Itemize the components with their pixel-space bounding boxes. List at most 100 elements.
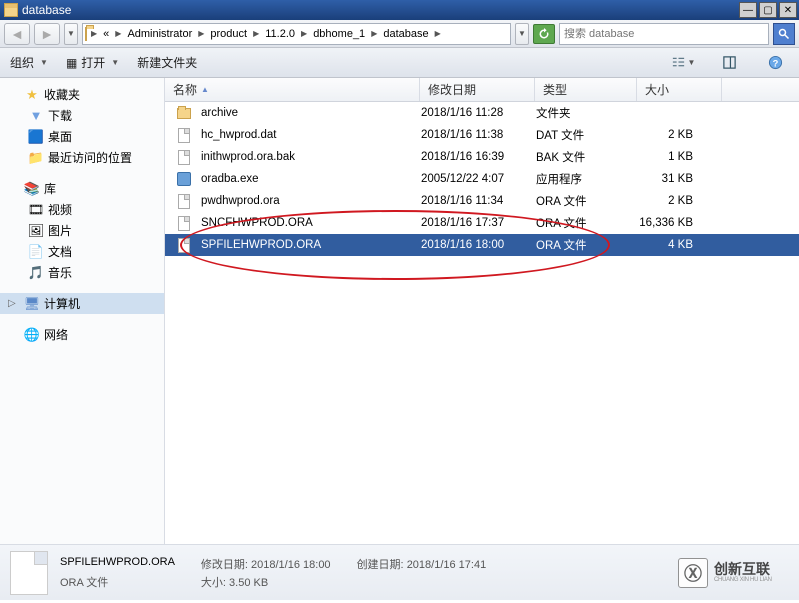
chevron-right-icon: ▶ [111, 29, 125, 38]
file-date: 2018/1/16 11:28 [421, 107, 536, 119]
file-size: 1 KB [638, 151, 723, 163]
file-size: 16,336 KB [638, 217, 723, 229]
sidebar-computer[interactable]: ▷🖥计算机 [0, 293, 164, 314]
column-date[interactable]: 修改日期 [420, 78, 535, 101]
file-name: SNCFHWPROD.ORA [201, 217, 421, 229]
window-title: database [22, 3, 739, 17]
details-size-label: 大小: [201, 577, 226, 589]
file-name: pwdhwprod.ora [201, 195, 421, 207]
crumb-version[interactable]: 11.2.0 [263, 28, 297, 40]
column-name[interactable]: 名称▲ [165, 78, 420, 101]
sidebar-network[interactable]: 🌐网络 [0, 324, 164, 345]
chevron-right-icon: ▶ [297, 29, 311, 38]
file-row[interactable]: oradba.exe2005/12/22 4:07应用程序31 KB [165, 168, 799, 190]
sidebar-item-video[interactable]: 🎞视频 [20, 199, 164, 220]
watermark-text: 创新互联 [714, 562, 772, 577]
search-input[interactable] [564, 28, 764, 40]
nav-bar: ◄ ► ▼ ▶ « ▶ Administrator ▶ product ▶ 11… [0, 20, 799, 48]
column-headers: 名称▲ 修改日期 类型 大小 [165, 78, 799, 102]
file-type: BAK 文件 [536, 149, 638, 165]
organize-menu[interactable]: 组织▼ [10, 54, 48, 71]
close-button[interactable]: ✕ [779, 2, 797, 18]
search-button[interactable] [773, 23, 795, 45]
sidebar-item-pictures[interactable]: 🖼图片 [20, 220, 164, 241]
svg-text:?: ? [772, 58, 778, 68]
crumb-ellipsis[interactable]: « [101, 28, 111, 40]
new-folder-button[interactable]: 新建文件夹 [137, 54, 197, 71]
file-row[interactable]: SPFILEHWPROD.ORA2018/1/16 18:00ORA 文件4 K… [165, 234, 799, 256]
file-name: archive [201, 107, 421, 119]
help-button[interactable]: ? [761, 52, 789, 74]
search-box[interactable] [559, 23, 769, 45]
folder-icon [4, 3, 18, 17]
crumb-administrator[interactable]: Administrator [125, 28, 194, 40]
column-size[interactable]: 大小 [637, 78, 722, 101]
column-type[interactable]: 类型 [535, 78, 637, 101]
minimize-button[interactable]: — [739, 2, 757, 18]
file-row[interactable]: SNCFHWPROD.ORA2018/1/16 17:37ORA 文件16,33… [165, 212, 799, 234]
file-name: oradba.exe [201, 173, 421, 185]
file-type: ORA 文件 [536, 237, 638, 253]
file-icon [175, 215, 193, 231]
file-list[interactable]: archive2018/1/16 11:28文件夹hc_hwprod.dat20… [165, 102, 799, 544]
maximize-button[interactable]: ▢ [759, 2, 777, 18]
file-icon [175, 237, 193, 253]
file-type: ORA 文件 [536, 215, 638, 231]
title-bar: database — ▢ ✕ [0, 0, 799, 20]
watermark-sub: CHUANG XIN HU LIAN [714, 577, 772, 584]
sidebar-item-downloads[interactable]: ▼下载 [20, 105, 164, 126]
sidebar-item-documents[interactable]: 📄文档 [20, 241, 164, 262]
sidebar-item-music[interactable]: 🎵音乐 [20, 262, 164, 283]
crumb-database[interactable]: database [381, 28, 430, 40]
file-size: 4 KB [638, 239, 723, 251]
file-size: 2 KB [638, 195, 723, 207]
file-row[interactable]: pwdhwprod.ora2018/1/16 11:34ORA 文件2 KB [165, 190, 799, 212]
file-type: ORA 文件 [536, 193, 638, 209]
details-create-label: 创建日期: [357, 559, 404, 571]
details-size-value: 3.50 KB [229, 577, 268, 589]
sidebar-item-recent[interactable]: 📁最近访问的位置 [20, 147, 164, 168]
sidebar-libraries[interactable]: 📚库 [0, 178, 164, 199]
crumb-product[interactable]: product [208, 28, 249, 40]
details-mod-value: 2018/1/16 18:00 [251, 559, 331, 571]
file-icon [175, 127, 193, 143]
chevron-right-icon: ▶ [194, 29, 208, 38]
file-date: 2005/12/22 4:07 [421, 173, 536, 185]
file-date: 2018/1/16 16:39 [421, 151, 536, 163]
file-type: 应用程序 [536, 171, 638, 187]
details-name: SPFILEHWPROD.ORA [60, 556, 175, 568]
file-thumbnail [10, 551, 48, 595]
file-size: 31 KB [638, 173, 723, 185]
file-row[interactable]: inithwprod.ora.bak2018/1/16 16:39BAK 文件1… [165, 146, 799, 168]
back-button[interactable]: ◄ [4, 23, 30, 45]
command-bar: 组织▼ ▦打开▼ 新建文件夹 ▼ ? [0, 48, 799, 78]
file-row[interactable]: hc_hwprod.dat2018/1/16 11:38DAT 文件2 KB [165, 124, 799, 146]
chevron-right-icon: ▶ [431, 29, 445, 38]
view-options-button[interactable]: ▼ [669, 52, 697, 74]
details-mod-label: 修改日期: [201, 559, 248, 571]
preview-pane-button[interactable] [715, 52, 743, 74]
details-type: ORA 文件 [60, 577, 108, 589]
chevron-right-icon: ▶ [367, 29, 381, 38]
watermark-icon: Ⓧ [678, 558, 708, 588]
details-create-value: 2018/1/16 17:41 [407, 559, 487, 571]
file-type: 文件夹 [536, 105, 638, 121]
open-menu[interactable]: ▦打开▼ [66, 54, 119, 71]
file-date: 2018/1/16 11:38 [421, 129, 536, 141]
file-date: 2018/1/16 11:34 [421, 195, 536, 207]
sidebar: ★收藏夹 ▼下载 🟦桌面 📁最近访问的位置 📚库 🎞视频 🖼图片 📄文档 🎵音乐… [0, 78, 165, 544]
crumb-dbhome[interactable]: dbhome_1 [311, 28, 367, 40]
refresh-button[interactable] [533, 24, 555, 44]
chevron-right-icon: ▶ [249, 29, 263, 38]
file-row[interactable]: archive2018/1/16 11:28文件夹 [165, 102, 799, 124]
forward-button[interactable]: ► [34, 23, 60, 45]
breadcrumb[interactable]: ▶ « ▶ Administrator ▶ product ▶ 11.2.0 ▶… [82, 23, 511, 45]
sidebar-item-desktop[interactable]: 🟦桌面 [20, 126, 164, 147]
chevron-right-icon: ▶ [87, 29, 101, 38]
file-name: inithwprod.ora.bak [201, 151, 421, 163]
watermark: Ⓧ 创新互联 CHUANG XIN HU LIAN [678, 555, 793, 591]
sidebar-favorites[interactable]: ★收藏夹 [0, 84, 164, 105]
breadcrumb-dropdown[interactable]: ▼ [515, 23, 529, 45]
history-dropdown[interactable]: ▼ [64, 23, 78, 45]
file-icon [175, 193, 193, 209]
